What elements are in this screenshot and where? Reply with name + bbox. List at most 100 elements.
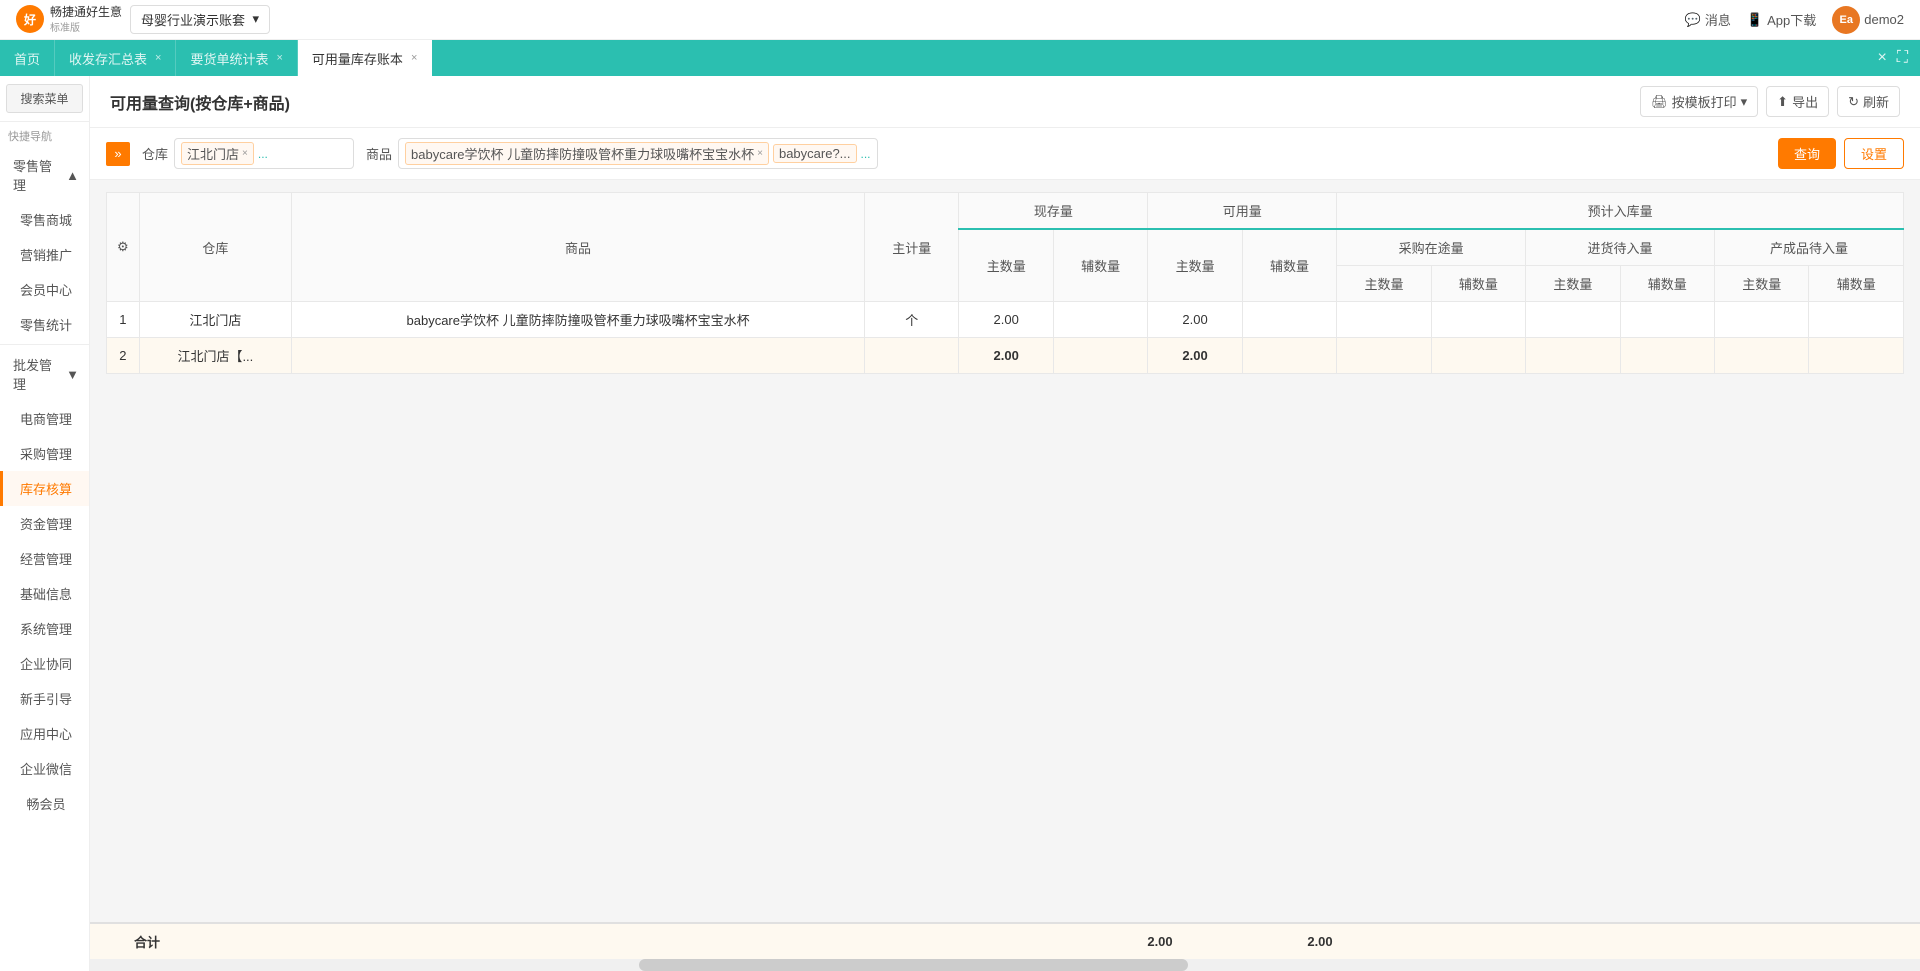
refresh-button[interactable]: ↻ 刷新 [1837,86,1900,117]
td-purchase-main-1 [1337,302,1431,338]
maximize-btn[interactable]: ⛶ [1897,49,1908,67]
th-product: 商品 [292,193,865,302]
th-settings[interactable]: ⚙ [107,193,140,302]
tab-available-stock-close[interactable]: × [411,52,417,64]
app-download-button[interactable]: 📱 App下载 [1747,10,1816,29]
footer-empty-3 [1040,924,1120,959]
th-finished-pending: 产成品待入量 [1714,229,1903,266]
query-label: 查询 [1794,147,1820,162]
footer-empty-4 [1200,924,1280,959]
username: demo2 [1864,12,1904,27]
query-button[interactable]: 查询 [1778,138,1836,169]
tab-receive-summary[interactable]: 收发存汇总表 × [55,40,176,76]
th-current-stock: 现存量 [959,193,1148,230]
footer-available-total: 2.00 [1280,924,1360,959]
search-menu-button[interactable]: 搜索菜单 [6,84,83,113]
warehouse-filter-group: 仓库 江北门店 × ... [142,138,354,169]
sidebar-item-inventory-check[interactable]: 库存核算 [0,471,89,506]
td-inbound-main-2 [1526,338,1620,374]
sidebar-retail-stats-label: 零售统计 [20,315,72,334]
scrollbar-thumb[interactable] [639,959,1188,971]
top-bar: 好 畅捷通好生意 标准版 母婴行业演示账套 ▾ 💬 消息 📱 App下载 Ea … [0,0,1920,40]
td-inbound-main-1 [1526,302,1620,338]
sidebar-marketing-label: 营销推广 [20,245,72,264]
th-current-aux: 辅数量 [1053,229,1147,302]
sidebar-item-retail-mall[interactable]: 零售商城 [0,202,89,237]
td-finished-aux-1 [1809,302,1904,338]
td-inbound-aux-1 [1620,302,1714,338]
product-tag-close[interactable]: × [757,148,763,159]
filter-right-actions: 查询 设置 [1778,138,1904,169]
td-unit-1: 个 [865,302,959,338]
logo-area: 好 畅捷通好生意 标准版 [16,5,122,34]
warehouse-filter-tags[interactable]: 江北门店 × ... [174,138,354,169]
sidebar-finance-mgmt-label: 资金管理 [20,514,72,533]
horizontal-scrollbar[interactable] [90,959,1920,971]
product-filter-tags[interactable]: babycare学饮杯 儿童防摔防撞吸管杯重力球吸嘴杯宝宝水杯 × babyca… [398,138,878,169]
th-finished-main: 主数量 [1714,266,1808,302]
sidebar-purchase-mgmt-label: 采购管理 [20,444,72,463]
warehouse-tag-label: 江北门店 [187,144,239,163]
sidebar-item-enterprise-wechat[interactable]: 企业微信 [0,751,89,786]
tab-receive-summary-close[interactable]: × [155,52,161,64]
td-purchase-aux-1 [1431,302,1525,338]
th-available-main: 主数量 [1148,229,1242,302]
logo-text-block: 畅捷通好生意 标准版 [50,5,122,34]
footer-empty-7 [1520,924,1600,959]
th-purchase-transit: 采购在途量 [1337,229,1526,266]
sidebar-item-basic-info[interactable]: 基础信息 [0,576,89,611]
tab-order-stats-close[interactable]: × [276,52,282,64]
sidebar-item-sys-mgmt[interactable]: 系统管理 [0,611,89,646]
td-available-main-2: 2.00 [1148,338,1242,374]
sidebar-item-wholesale-mgmt[interactable]: 批发管理 ▼ [0,347,89,401]
sidebar: 搜索菜单 快捷导航 零售管理 ▲ 零售商城 营销推广 会员中心 零售统计 批发管… [0,76,90,971]
footer-empty-8 [1600,924,1680,959]
th-warehouse: 仓库 [139,193,291,302]
tab-order-stats[interactable]: 要货单统计表 × [176,40,297,76]
template-print-button[interactable]: 🖨 按模板打印 ▾ [1640,86,1758,117]
avatar: Ea [1832,6,1860,34]
sidebar-item-new-guide[interactable]: 新手引导 [0,681,89,716]
tab-available-stock[interactable]: 可用量库存账本 × [298,40,432,76]
td-seq-1: 1 [107,302,140,338]
product-tag-label: babycare学饮杯 儿童防摔防撞吸管杯重力球吸嘴杯宝宝水杯 [411,144,754,163]
page-header-actions: 🖨 按模板打印 ▾ ⬆ 导出 ↻ 刷新 [1640,86,1900,127]
sidebar-item-app-center[interactable]: 应用中心 [0,716,89,751]
tab-home[interactable]: 首页 [0,40,55,76]
sidebar-item-ecommerce[interactable]: 电商管理 [0,401,89,436]
page-title: 可用量查询(按仓库+商品) [110,90,290,124]
sidebar-item-purchase-mgmt[interactable]: 采购管理 [0,436,89,471]
table-area: ⚙ 仓库 商品 主计量 现存量 可用量 预计入库量 主数量 辅数量 主数量 辅数… [90,180,1920,922]
top-bar-left: 好 畅捷通好生意 标准版 母婴行业演示账套 ▾ [16,5,270,34]
settings-button[interactable]: 设置 [1844,138,1904,169]
warehouse-tag-close[interactable]: × [242,148,248,159]
top-bar-right: 💬 消息 📱 App下载 Ea demo2 [1685,6,1904,34]
table-row: 1 江北门店 babycare学饮杯 儿童防摔防撞吸管杯重力球吸嘴杯宝宝水杯 个… [107,302,1904,338]
chevron-down-icon: ▾ [252,11,259,27]
warehouse-more-icon[interactable]: ... [258,147,268,161]
sidebar-item-finance-mgmt[interactable]: 资金管理 [0,506,89,541]
message-icon: 💬 [1685,12,1701,28]
filter-expand-button[interactable]: » [106,142,130,166]
sidebar-item-vip-member[interactable]: 畅会员 [0,786,89,821]
quick-nav-label: 快捷导航 [0,122,89,148]
sidebar-item-ops-mgmt[interactable]: 经营管理 [0,541,89,576]
sidebar-item-retail-mgmt[interactable]: 零售管理 ▲ [0,148,89,202]
product-more-icon[interactable]: ... [861,147,871,161]
td-product-2 [292,338,865,374]
export-button[interactable]: ⬆ 导出 [1766,86,1829,117]
message-button[interactable]: 💬 消息 [1685,10,1731,29]
tab-home-label: 首页 [14,49,40,68]
tab-receive-summary-label: 收发存汇总表 [69,49,147,68]
chevron-down-icon-2: ▼ [66,367,79,382]
close-tab-btn[interactable]: × [1877,49,1886,67]
sidebar-item-member-center[interactable]: 会员中心 [0,272,89,307]
warehouse-tag-jiangbei: 江北门店 × [181,142,254,165]
sidebar-item-retail-stats[interactable]: 零售统计 [0,307,89,342]
industry-selector[interactable]: 母婴行业演示账套 ▾ [130,5,270,34]
sidebar-basic-info-label: 基础信息 [20,584,72,603]
user-profile[interactable]: Ea demo2 [1832,6,1904,34]
sidebar-item-enterprise-collab[interactable]: 企业协同 [0,646,89,681]
sidebar-item-marketing[interactable]: 营销推广 [0,237,89,272]
footer-table: 合计 2.00 2.00 [90,924,1920,959]
